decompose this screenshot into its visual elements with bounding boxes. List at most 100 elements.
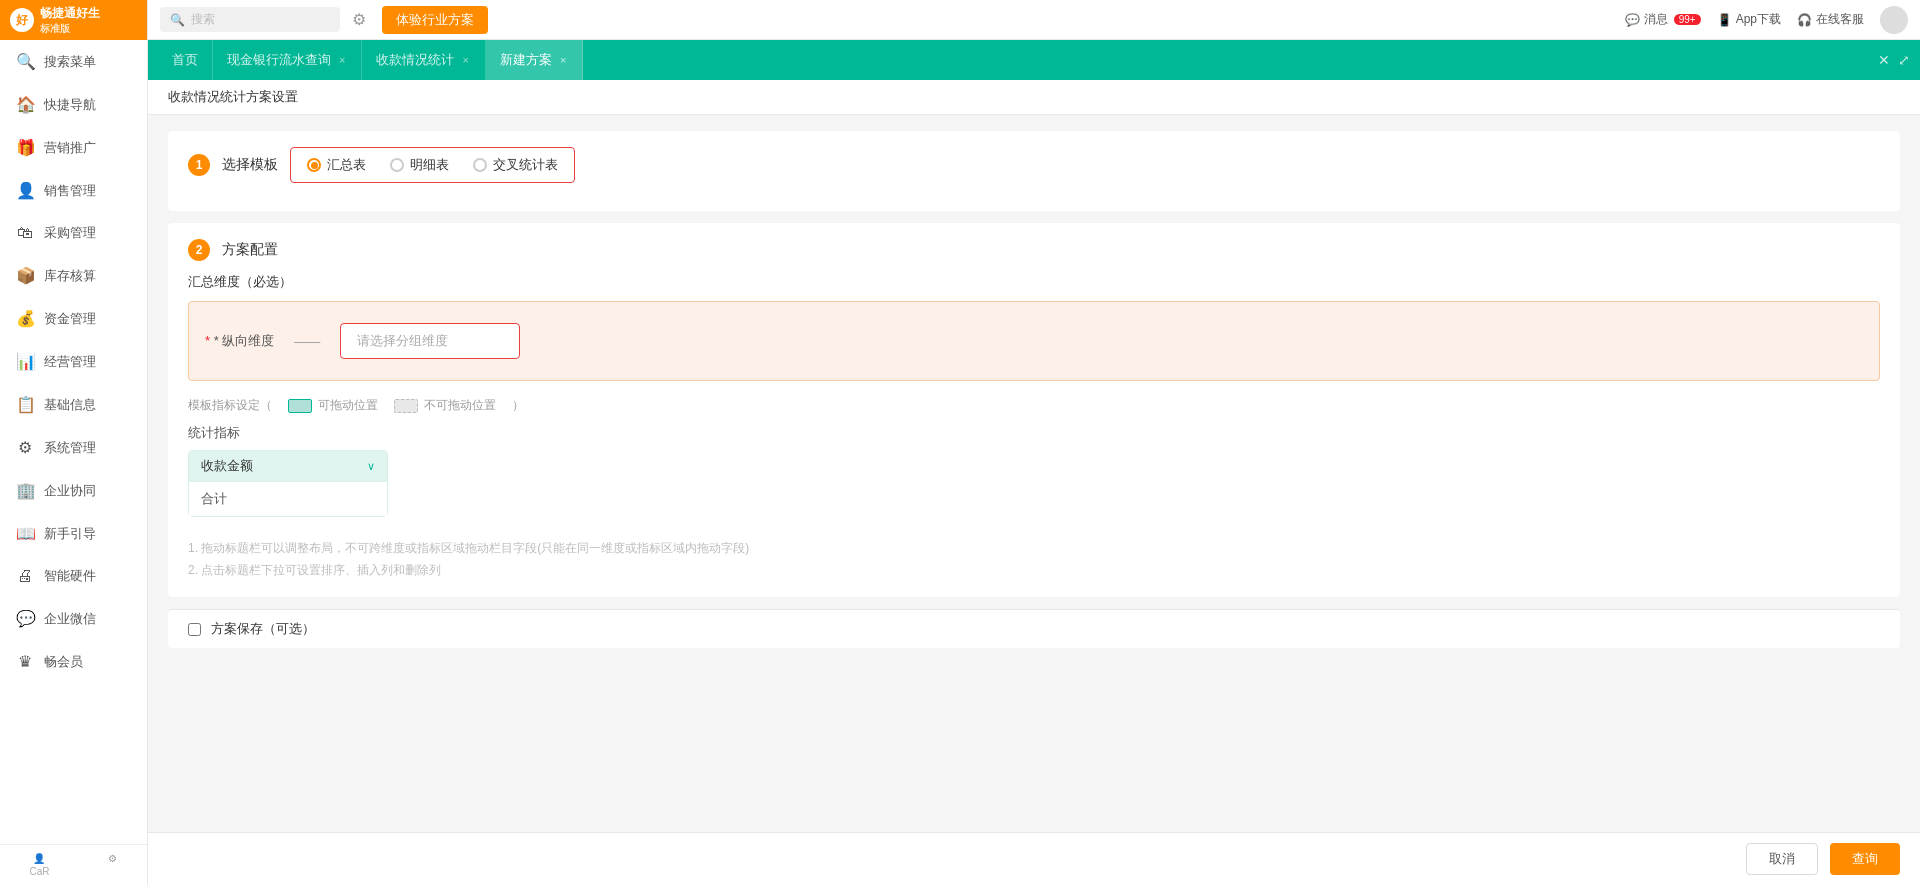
app-download-label: App下载 bbox=[1736, 11, 1781, 28]
radio-detail-circle bbox=[390, 158, 404, 172]
draggable-block bbox=[288, 399, 312, 413]
sidebar-item-search-menu[interactable]: 🔍 搜索菜单 bbox=[0, 40, 147, 83]
sidebar-item-finance[interactable]: 💰 资金管理 bbox=[0, 297, 147, 340]
logo-sub: 标准版 bbox=[40, 22, 100, 36]
tip2-text: 2. 点击标题栏下拉可设置排序、插入列和删除列 bbox=[188, 563, 441, 577]
sidebar-item-purchase[interactable]: 🛍 采购管理 bbox=[0, 212, 147, 254]
tab-home-label: 首页 bbox=[172, 51, 198, 69]
sidebar-item-label: 基础信息 bbox=[44, 396, 96, 414]
topbar-search-box[interactable]: 🔍 搜索 bbox=[160, 7, 340, 32]
radio-summary[interactable]: 汇总表 bbox=[307, 156, 366, 174]
tabbar-actions: ✕ ⤢ bbox=[1878, 52, 1920, 68]
shopping-icon: 🛍 bbox=[16, 224, 34, 242]
sidebar-item-label: 企业协同 bbox=[44, 482, 96, 500]
sidebar-item-operations[interactable]: 📊 经营管理 bbox=[0, 340, 147, 383]
sidebar-footer-left[interactable]: 👤 CaR bbox=[29, 853, 49, 877]
online-service-button[interactable]: 🎧 在线客服 bbox=[1797, 11, 1864, 28]
sidebar-item-enterprise[interactable]: 🏢 企业协同 bbox=[0, 469, 147, 512]
sidebar-item-system[interactable]: ⚙ 系统管理 bbox=[0, 426, 147, 469]
tab-bank-flow[interactable]: 现金银行流水查询 × bbox=[213, 40, 362, 80]
save-section: 方案保存（可选） bbox=[168, 609, 1900, 648]
sidebar-footer-right[interactable]: ⚙ bbox=[108, 853, 117, 877]
step1-row: 1 选择模板 汇总表 明细表 交叉统计表 bbox=[188, 147, 1880, 183]
save-label: 方案保存（可选） bbox=[211, 620, 315, 638]
page-header: 收款情况统计方案设置 bbox=[148, 80, 1920, 115]
book-icon: 📖 bbox=[16, 524, 34, 543]
dimension-area: * * 纵向维度 —— 请选择分组维度 bbox=[188, 301, 1880, 381]
tab-close-all-icon[interactable]: ✕ bbox=[1878, 52, 1890, 68]
template-radio-group: 汇总表 明细表 交叉统计表 bbox=[290, 147, 575, 183]
topbar-right: 💬 消息 99+ 📱 App下载 🎧 在线客服 bbox=[1625, 6, 1908, 34]
message-label: 消息 bbox=[1644, 11, 1668, 28]
logo-icon: 好 bbox=[10, 8, 34, 32]
sidebar-item-label: 资金管理 bbox=[44, 310, 96, 328]
dimension-section-title: 汇总维度（必选） bbox=[188, 273, 1880, 291]
sidebar-item-label: 经营管理 bbox=[44, 353, 96, 371]
radio-cross[interactable]: 交叉统计表 bbox=[473, 156, 558, 174]
vertical-dimension-label: * * 纵向维度 bbox=[205, 332, 274, 350]
tab-bank-flow-close[interactable]: × bbox=[337, 52, 347, 68]
sidebar-item-label: 销售管理 bbox=[44, 182, 96, 200]
download-icon: 📱 bbox=[1717, 13, 1732, 27]
dimension-selector[interactable]: 请选择分组维度 bbox=[340, 323, 520, 359]
messages-button[interactable]: 💬 消息 99+ bbox=[1625, 11, 1701, 28]
tab-maximize-icon[interactable]: ⤢ bbox=[1898, 52, 1910, 68]
cancel-button[interactable]: 取消 bbox=[1746, 843, 1818, 875]
home-icon: 🏠 bbox=[16, 95, 34, 114]
radio-summary-label: 汇总表 bbox=[327, 156, 366, 174]
fixed-hint-label: 不可拖动位置 bbox=[424, 397, 496, 414]
metrics-table: 收款金额 ∨ 合计 bbox=[188, 450, 388, 517]
metrics-header-text: 模板指标设定（ bbox=[188, 397, 272, 414]
message-badge: 99+ bbox=[1674, 14, 1701, 25]
draggable-hint-item: 可拖动位置 bbox=[288, 397, 378, 414]
search-icon: 🔍 bbox=[170, 13, 185, 27]
fixed-hint-item: 不可拖动位置 bbox=[394, 397, 496, 414]
tab-home[interactable]: 首页 bbox=[158, 40, 213, 80]
tab-bank-flow-label: 现金银行流水查询 bbox=[227, 51, 331, 69]
radio-cross-label: 交叉统计表 bbox=[493, 156, 558, 174]
app-download-button[interactable]: 📱 App下载 bbox=[1717, 11, 1781, 28]
chevron-down-icon[interactable]: ∨ bbox=[367, 460, 375, 473]
radio-detail[interactable]: 明细表 bbox=[390, 156, 449, 174]
settings-icon[interactable]: ⚙ bbox=[352, 10, 366, 29]
tip1-text: 1. 拖动标题栏可以调整布局，不可跨维度或指标区域拖动栏目字段(只能在同一维度或… bbox=[188, 541, 749, 555]
query-button[interactable]: 查询 bbox=[1830, 843, 1900, 875]
sidebar-item-newbie[interactable]: 📖 新手引导 bbox=[0, 512, 147, 555]
gift-icon: 🎁 bbox=[16, 138, 34, 157]
tab-collection-stat[interactable]: 收款情况统计 × bbox=[362, 40, 485, 80]
message-icon: 💬 bbox=[1625, 13, 1640, 27]
user-avatar[interactable] bbox=[1880, 6, 1908, 34]
vertical-label-text: * 纵向维度 bbox=[214, 333, 275, 348]
metrics-table-header[interactable]: 收款金额 ∨ bbox=[189, 451, 387, 482]
metrics-header-close: ） bbox=[512, 397, 524, 414]
save-checkbox[interactable] bbox=[188, 623, 201, 636]
search-icon: 🔍 bbox=[16, 52, 34, 71]
step2-card: 2 方案配置 汇总维度（必选） * * 纵向维度 —— 请选择分组维度 bbox=[168, 223, 1900, 597]
main-area: 🔍 搜索 ⚙ 体验行业方案 💬 消息 99+ 📱 App下载 🎧 在线客服 首页 bbox=[148, 0, 1920, 885]
tab-collection-stat-label: 收款情况统计 bbox=[376, 51, 454, 69]
sidebar-item-wechat[interactable]: 💬 企业微信 bbox=[0, 597, 147, 640]
sidebar-item-vip[interactable]: ♛ 畅会员 bbox=[0, 640, 147, 683]
sidebar-item-marketing[interactable]: 🎁 营销推广 bbox=[0, 126, 147, 169]
sidebar-item-sales[interactable]: 👤 销售管理 bbox=[0, 169, 147, 212]
dimension-arrow: —— bbox=[294, 334, 320, 349]
industry-plan-button[interactable]: 体验行业方案 bbox=[382, 6, 488, 34]
list-icon: 📋 bbox=[16, 395, 34, 414]
sidebar-item-basic-info[interactable]: 📋 基础信息 bbox=[0, 383, 147, 426]
metrics-table-row: 合计 bbox=[189, 482, 387, 516]
metrics-section-title: 统计指标 bbox=[188, 424, 1880, 442]
tab-new-plan[interactable]: 新建方案 × bbox=[486, 40, 583, 80]
metrics-hint: 模板指标设定（ 可拖动位置 不可拖动位置 ） bbox=[188, 397, 1880, 414]
step1-number: 1 bbox=[188, 154, 210, 176]
content-area: 收款情况统计方案设置 1 选择模板 汇总表 明细表 bbox=[148, 80, 1920, 885]
tab-new-plan-close[interactable]: × bbox=[558, 52, 568, 68]
sidebar-item-inventory[interactable]: 📦 库存核算 bbox=[0, 254, 147, 297]
tip2: 2. 点击标题栏下拉可设置排序、插入列和删除列 bbox=[188, 559, 1880, 581]
sidebar-item-quick-nav[interactable]: 🏠 快捷导航 bbox=[0, 83, 147, 126]
radio-detail-label: 明细表 bbox=[410, 156, 449, 174]
person-icon: 👤 bbox=[16, 181, 34, 200]
tab-collection-stat-close[interactable]: × bbox=[460, 52, 470, 68]
sidebar-item-smart-hw[interactable]: 🖨 智能硬件 bbox=[0, 555, 147, 597]
sidebar-item-label: 库存核算 bbox=[44, 267, 96, 285]
sidebar-item-label: 新手引导 bbox=[44, 525, 96, 543]
